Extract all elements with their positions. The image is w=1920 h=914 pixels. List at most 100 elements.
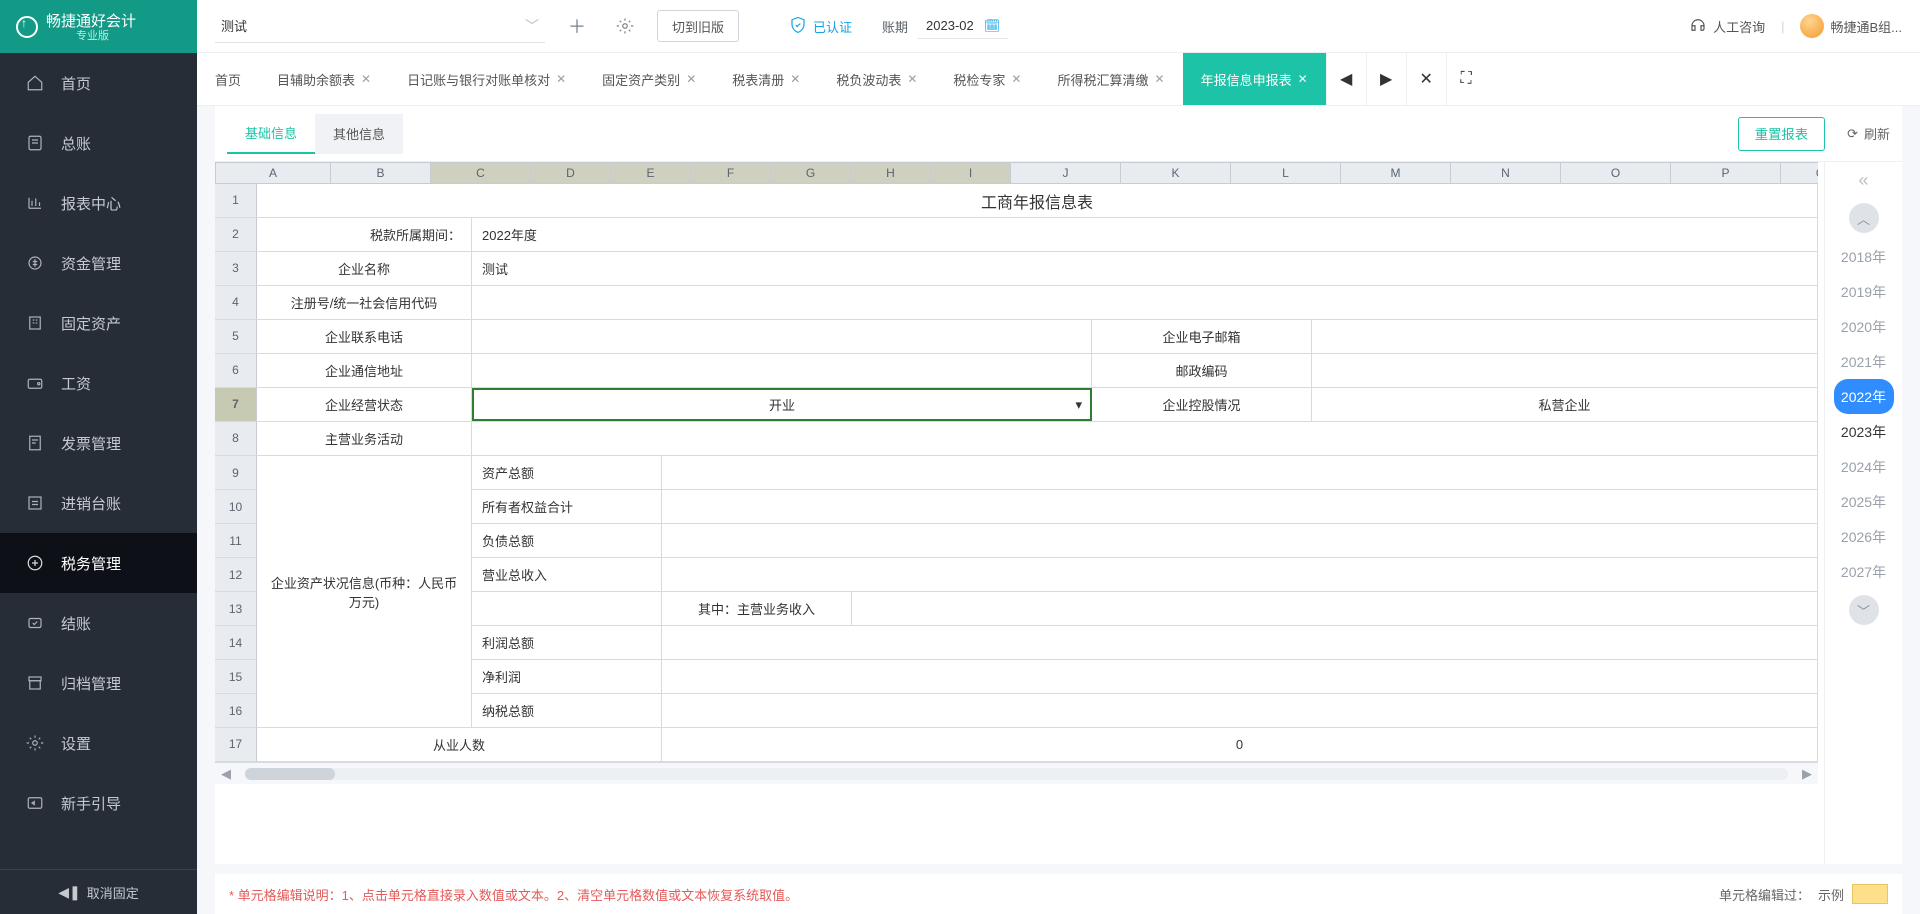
- row-9[interactable]: 9: [215, 456, 257, 490]
- row-7[interactable]: 7: [215, 388, 257, 421]
- tabs-fullscreen[interactable]: ⛶: [1446, 53, 1486, 105]
- scroll-left[interactable]: ◀: [215, 766, 237, 782]
- reset-button[interactable]: 重置报表: [1738, 117, 1825, 151]
- r12-value[interactable]: [662, 558, 1818, 591]
- col-G[interactable]: G: [771, 163, 851, 183]
- company-selector[interactable]: 测试 ﹀: [215, 9, 545, 43]
- nav-funds[interactable]: 资金管理: [0, 233, 197, 293]
- row-16[interactable]: 16: [215, 694, 257, 728]
- settings-button[interactable]: [609, 10, 641, 42]
- nav-settings[interactable]: 设置: [0, 713, 197, 773]
- r17-value[interactable]: 0: [662, 728, 1818, 761]
- row-3[interactable]: 3: [215, 252, 257, 285]
- r4-value[interactable]: [472, 286, 1818, 319]
- row-17[interactable]: 17: [215, 728, 257, 761]
- col-F[interactable]: F: [691, 163, 771, 183]
- row-1[interactable]: 1: [215, 184, 257, 217]
- r7-right-value[interactable]: 私营企业: [1312, 388, 1818, 421]
- col-A[interactable]: A: [216, 163, 331, 183]
- row-15[interactable]: 15: [215, 660, 257, 694]
- r6-value[interactable]: [472, 354, 1092, 387]
- user-menu[interactable]: 畅捷通B组...: [1800, 14, 1902, 38]
- tab-aux-balance[interactable]: 目辅助余额表✕: [259, 53, 389, 105]
- row-2[interactable]: 2: [215, 218, 257, 251]
- year-2025[interactable]: 2025年: [1834, 484, 1894, 519]
- r8-value[interactable]: [472, 422, 1818, 455]
- period-picker[interactable]: 2023-02 🗓: [918, 14, 1008, 39]
- subtab-other[interactable]: 其他信息: [315, 114, 403, 154]
- tab-asset-class[interactable]: 固定资产类别✕: [584, 53, 714, 105]
- row-14[interactable]: 14: [215, 626, 257, 660]
- col-C[interactable]: C: [431, 163, 531, 183]
- r16-value[interactable]: [662, 694, 1818, 727]
- tab-annual-report[interactable]: 年报信息申报表✕: [1183, 53, 1326, 105]
- col-E[interactable]: E: [611, 163, 691, 183]
- support-link[interactable]: 人工咨询: [1689, 16, 1765, 37]
- year-2018[interactable]: 2018年: [1834, 239, 1894, 274]
- close-icon[interactable]: ✕: [1298, 72, 1308, 86]
- tab-bank-recon[interactable]: 日记账与银行对账单核对✕: [389, 53, 584, 105]
- r3-value[interactable]: 测试: [472, 252, 1818, 285]
- row-13[interactable]: 13: [215, 592, 257, 626]
- row-11[interactable]: 11: [215, 524, 257, 558]
- row-5[interactable]: 5: [215, 320, 257, 353]
- r14-value[interactable]: [662, 626, 1818, 659]
- close-icon[interactable]: ✕: [361, 72, 371, 86]
- r11-value[interactable]: [662, 524, 1818, 557]
- col-L[interactable]: L: [1231, 163, 1341, 183]
- year-2020[interactable]: 2020年: [1834, 309, 1894, 344]
- col-I[interactable]: I: [931, 163, 1011, 183]
- col-K[interactable]: K: [1121, 163, 1231, 183]
- year-up[interactable]: ︿: [1849, 203, 1879, 233]
- r5-value[interactable]: [472, 320, 1092, 353]
- tab-income-tax[interactable]: 所得税汇算清缴✕: [1039, 53, 1182, 105]
- close-icon[interactable]: ✕: [1155, 72, 1165, 86]
- r13-value[interactable]: [852, 592, 1818, 625]
- tabs-close[interactable]: ✕: [1406, 53, 1446, 105]
- year-2027[interactable]: 2027年: [1834, 554, 1894, 589]
- col-D[interactable]: D: [531, 163, 611, 183]
- spreadsheet[interactable]: A B C D E F G H I J K L M N O P Q: [215, 162, 1818, 864]
- col-B[interactable]: B: [331, 163, 431, 183]
- subtab-basic[interactable]: 基础信息: [227, 114, 315, 154]
- row-10[interactable]: 10: [215, 490, 257, 524]
- r10-value[interactable]: [662, 490, 1818, 523]
- col-J[interactable]: J: [1011, 163, 1121, 183]
- tabs-prev[interactable]: ◀: [1326, 53, 1366, 105]
- tab-tax-fluct[interactable]: 税负波动表✕: [818, 53, 935, 105]
- col-P[interactable]: P: [1671, 163, 1781, 183]
- add-button[interactable]: ＋: [561, 10, 593, 42]
- nav-closing[interactable]: 结账: [0, 593, 197, 653]
- row-12[interactable]: 12: [215, 558, 257, 592]
- nav-guide[interactable]: 新手引导: [0, 773, 197, 833]
- col-H[interactable]: H: [851, 163, 931, 183]
- nav-ledger[interactable]: 总账: [0, 113, 197, 173]
- nav-home[interactable]: 首页: [0, 53, 197, 113]
- nav-reports[interactable]: 报表中心: [0, 173, 197, 233]
- r15-value[interactable]: [662, 660, 1818, 693]
- close-icon[interactable]: ✕: [790, 72, 800, 86]
- refresh-button[interactable]: ⟳ 刷新: [1847, 124, 1890, 143]
- period-value-cell[interactable]: 2022年度: [472, 218, 1818, 251]
- scroll-right[interactable]: ▶: [1796, 766, 1818, 782]
- scroll-thumb[interactable]: [245, 768, 335, 780]
- r6-right-value[interactable]: [1312, 354, 1818, 387]
- unpin-button[interactable]: ◀❚ 取消固定: [0, 869, 197, 914]
- year-2024[interactable]: 2024年: [1834, 449, 1894, 484]
- nav-tax[interactable]: 税务管理: [0, 533, 197, 593]
- year-2023[interactable]: 2023年: [1834, 414, 1894, 449]
- tab-tax-list[interactable]: 税表清册✕: [714, 53, 818, 105]
- row-6[interactable]: 6: [215, 354, 257, 387]
- horizontal-scrollbar[interactable]: ◀ ▶: [215, 762, 1818, 784]
- close-icon[interactable]: ✕: [907, 72, 917, 86]
- nav-assets[interactable]: 固定资产: [0, 293, 197, 353]
- collapse-year-panel[interactable]: «: [1858, 170, 1868, 191]
- col-M[interactable]: M: [1341, 163, 1451, 183]
- r5-right-value[interactable]: [1312, 320, 1818, 353]
- row-4[interactable]: 4: [215, 286, 257, 319]
- tab-home[interactable]: 首页: [197, 53, 259, 105]
- close-icon[interactable]: ✕: [686, 72, 696, 86]
- year-2026[interactable]: 2026年: [1834, 519, 1894, 554]
- switch-old-button[interactable]: 切到旧版: [657, 10, 739, 42]
- close-icon[interactable]: ✕: [1011, 72, 1021, 86]
